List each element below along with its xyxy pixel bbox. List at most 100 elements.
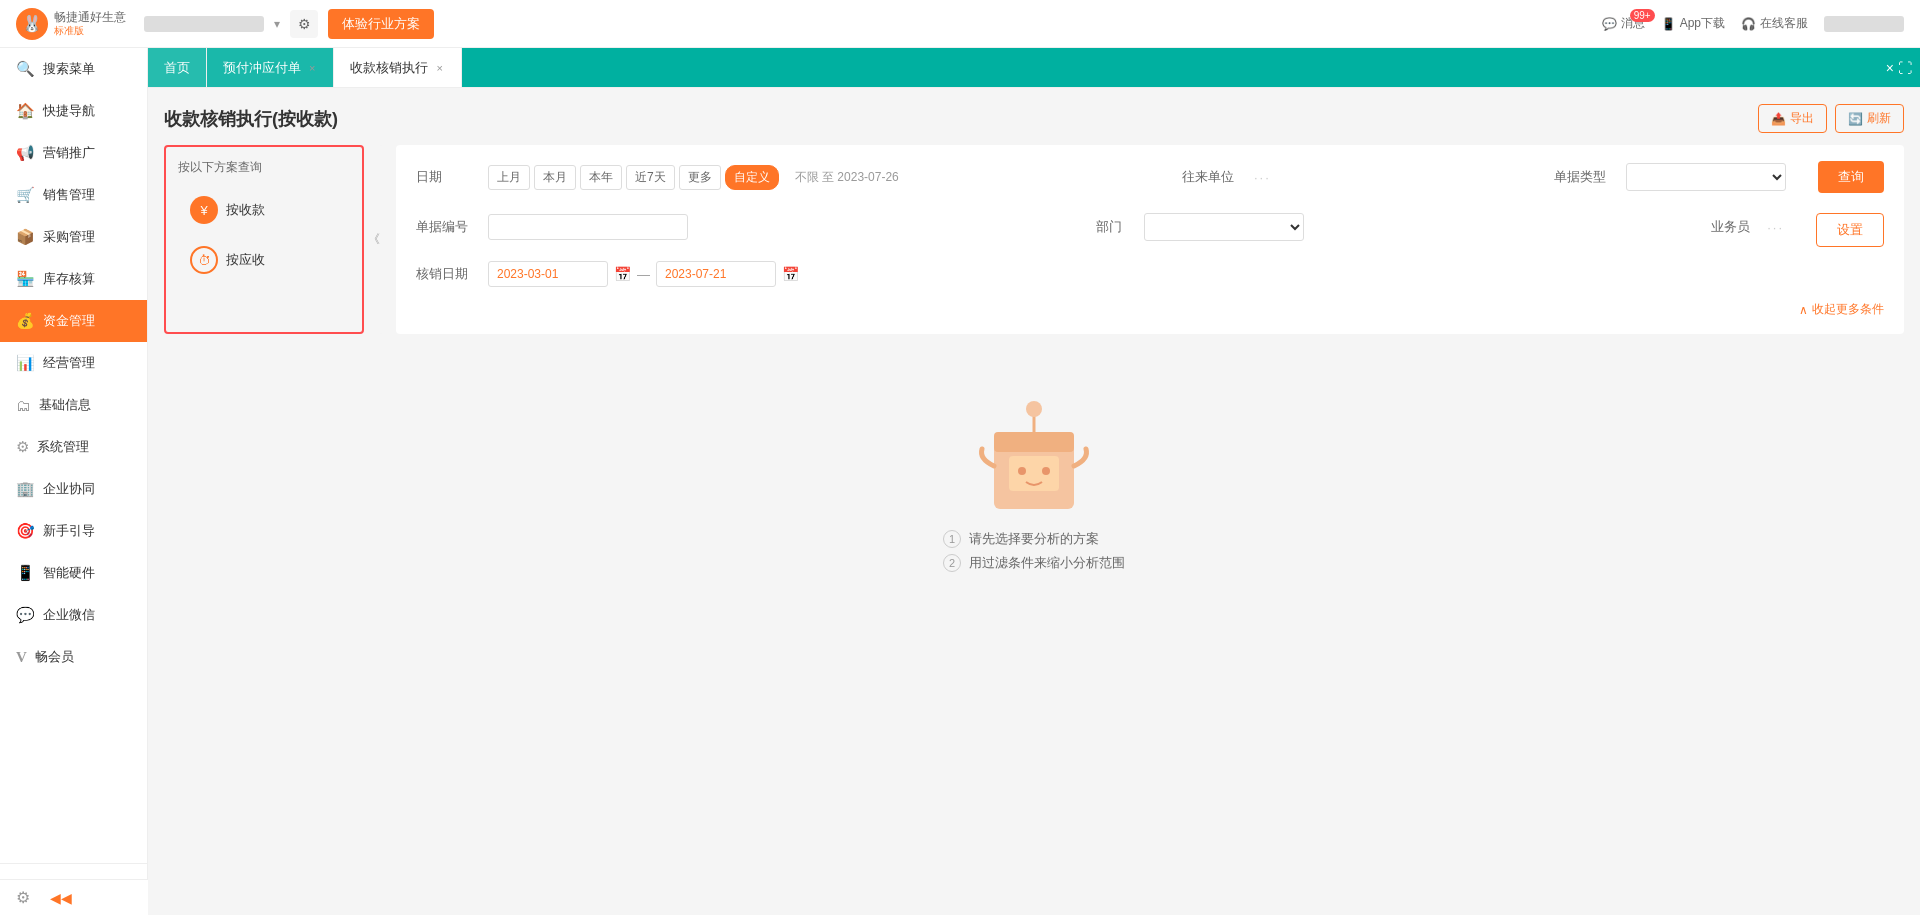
- tab-home[interactable]: 首页: [148, 48, 207, 87]
- staff-label: 业务员: [1711, 218, 1751, 236]
- tab-writeoff-label: 收款核销执行: [350, 59, 428, 77]
- sidebar-item-sales[interactable]: 🛒 销售管理: [0, 174, 147, 216]
- sidebar-item-member[interactable]: V 畅会员: [0, 636, 147, 678]
- sidebar-label: 新手引导: [43, 522, 95, 540]
- logo-icon: 🐰: [16, 8, 48, 40]
- tabs-close-btn[interactable]: ×: [1886, 60, 1894, 76]
- inventory-icon: 🏪: [16, 270, 35, 288]
- receivable-option-icon: ⏱: [190, 246, 218, 274]
- date-btn-7days[interactable]: 近7天: [626, 165, 675, 190]
- service-button[interactable]: 🎧 在线客服: [1741, 15, 1808, 32]
- sidebar-item-base[interactable]: 🗂 基础信息: [0, 384, 147, 426]
- date-label: 日期: [416, 168, 472, 186]
- msg-button[interactable]: 💬 消息 99+: [1602, 15, 1645, 32]
- sidebar-item-marketing[interactable]: 📢 营销推广: [0, 132, 147, 174]
- refresh-button[interactable]: 🔄 刷新: [1835, 104, 1904, 133]
- filter-right-panel: 日期 上月 本月 本年 近7天 更多 自定义 不限 至 2023-07-26 往…: [396, 145, 1904, 334]
- date-buttons: 上月 本月 本年 近7天 更多 自定义: [488, 165, 779, 190]
- date-btn-more[interactable]: 更多: [679, 165, 721, 190]
- export-button[interactable]: 📤 导出: [1758, 104, 1827, 133]
- verify-date-start-input[interactable]: [488, 261, 608, 287]
- topbar-chevron-icon[interactable]: ▾: [274, 17, 280, 31]
- collapse-arrow-icon: ∧: [1799, 303, 1808, 317]
- dept-select[interactable]: [1144, 213, 1304, 241]
- filter-row-verify-date: 核销日期 📅 — 📅: [416, 261, 1884, 287]
- verify-date-end-input[interactable]: [656, 261, 776, 287]
- filter-left-panel: 按以下方案查询 ¥ 按收款 ⏱ 按应收: [164, 145, 364, 334]
- filter-area: 按以下方案查询 ¥ 按收款 ⏱ 按应收 《 日期: [164, 145, 1904, 334]
- bill-type-label: 单据类型: [1554, 168, 1610, 186]
- sidebar-item-purchase[interactable]: 📦 采购管理: [0, 216, 147, 258]
- svg-point-3: [1018, 467, 1026, 475]
- sidebar-label: 企业协同: [43, 480, 95, 498]
- bill-type-select[interactable]: [1626, 163, 1786, 191]
- page-header: 收款核销执行(按收款) 📤 导出 🔄 刷新: [164, 104, 1904, 133]
- filter-collapse-button[interactable]: 《: [364, 145, 384, 334]
- topbar-gear-button[interactable]: ⚙: [290, 10, 318, 38]
- sidebar-item-enterprise[interactable]: 🏢 企业协同: [0, 468, 147, 510]
- sidebar-label: 智能硬件: [43, 564, 95, 582]
- date-btn-custom[interactable]: 自定义: [725, 165, 779, 190]
- collapse-more-button[interactable]: ∧ 收起更多条件: [416, 301, 1884, 318]
- sidebar-label: 采购管理: [43, 228, 95, 246]
- calendar-end-icon[interactable]: 📅: [782, 266, 799, 282]
- sales-icon: 🛒: [16, 186, 35, 204]
- bill-no-input[interactable]: [488, 214, 688, 240]
- sidebar-item-inventory[interactable]: 🏪 库存核算: [0, 258, 147, 300]
- date-btn-this-month[interactable]: 本月: [534, 165, 576, 190]
- sidebar-item-system[interactable]: ⚙ 系统管理: [0, 426, 147, 468]
- sidebar-item-wechat[interactable]: 💬 企业微信: [0, 594, 147, 636]
- sidebar-item-finance[interactable]: 💰 资金管理: [0, 300, 147, 342]
- sidebar-item-operation[interactable]: 📊 经营管理: [0, 342, 147, 384]
- logo-text: 畅捷通好生意 标准版: [54, 10, 126, 36]
- sidebar: 🔍 搜索菜单 🏠 快捷导航 📢 营销推广 🛒 销售管理 📦 采购管理 🏪 库存核…: [0, 48, 148, 915]
- operation-icon: 📊: [16, 354, 35, 372]
- tabs-maximize-btn[interactable]: ⛶: [1898, 60, 1912, 76]
- tab-home-label: 首页: [164, 59, 190, 77]
- tab-writeoff-close-icon[interactable]: ×: [434, 60, 444, 76]
- sidebar-label: 企业微信: [43, 606, 95, 624]
- sidebar-label: 资金管理: [43, 312, 95, 330]
- refresh-icon: 🔄: [1848, 112, 1863, 126]
- guide-icon: 🎯: [16, 522, 35, 540]
- topbar-right: 💬 消息 99+ 📱 App下载 🎧 在线客服: [1602, 15, 1904, 32]
- tab-prepay[interactable]: 预付冲应付单 ×: [207, 48, 334, 87]
- sidebar-item-hardware[interactable]: 📱 智能硬件: [0, 552, 147, 594]
- home-icon: 🏠: [16, 102, 35, 120]
- page-title: 收款核销执行(按收款): [164, 107, 338, 131]
- sidebar-label: 营销推广: [43, 144, 95, 162]
- tab-prepay-close-icon[interactable]: ×: [307, 60, 317, 76]
- sidebar-label: 经营管理: [43, 354, 95, 372]
- sidebar-collapse-icon[interactable]: ◀◀: [50, 890, 72, 906]
- tabs-bar: 首页 预付冲应付单 × 收款核销执行 × × ⛶: [148, 48, 1920, 88]
- filter-option-by-receipt[interactable]: ¥ 按收款: [178, 188, 350, 232]
- sidebar-item-search[interactable]: 🔍 搜索菜单: [0, 48, 147, 90]
- sidebar-item-nav[interactable]: 🏠 快捷导航: [0, 90, 147, 132]
- step-1-num: 1: [943, 530, 961, 548]
- enterprise-icon: 🏢: [16, 480, 35, 498]
- step-2-text: 用过滤条件来缩小分析范围: [969, 554, 1125, 572]
- empty-steps: 1 请先选择要分析的方案 2 用过滤条件来缩小分析范围: [943, 530, 1125, 572]
- query-button[interactable]: 查询: [1818, 161, 1884, 193]
- tabs-actions: × ⛶: [1878, 60, 1920, 76]
- industry-btn[interactable]: 体验行业方案: [328, 9, 434, 39]
- sidebar-label: 销售管理: [43, 186, 95, 204]
- calendar-start-icon[interactable]: 📅: [614, 266, 631, 282]
- app-download-button[interactable]: 📱 App下载: [1661, 15, 1725, 32]
- sidebar-settings-icon[interactable]: ⚙: [16, 888, 30, 907]
- bill-no-label: 单据编号: [416, 218, 472, 236]
- filter-option-by-receivable[interactable]: ⏱ 按应收: [178, 238, 350, 282]
- filter-row-date: 日期 上月 本月 本年 近7天 更多 自定义 不限 至 2023-07-26 往…: [416, 161, 1884, 193]
- sidebar-item-guide[interactable]: 🎯 新手引导: [0, 510, 147, 552]
- topbar: 🐰 畅捷通好生意 标准版 ▾ ⚙ 体验行业方案 💬 消息 99+ 📱 App下载…: [0, 0, 1920, 48]
- tab-writeoff[interactable]: 收款核销执行 ×: [334, 48, 461, 87]
- sidebar-label: 畅会员: [35, 648, 74, 666]
- receivable-option-label: 按应收: [226, 251, 265, 269]
- right-btn-panel: 查询: [1818, 161, 1884, 193]
- svg-point-4: [1042, 467, 1050, 475]
- set-button[interactable]: 设置: [1816, 213, 1884, 247]
- date-btn-last-month[interactable]: 上月: [488, 165, 530, 190]
- set-btn-container: 设置: [1816, 207, 1884, 247]
- date-btn-this-year[interactable]: 本年: [580, 165, 622, 190]
- filter-left-title: 按以下方案查询: [178, 159, 350, 176]
